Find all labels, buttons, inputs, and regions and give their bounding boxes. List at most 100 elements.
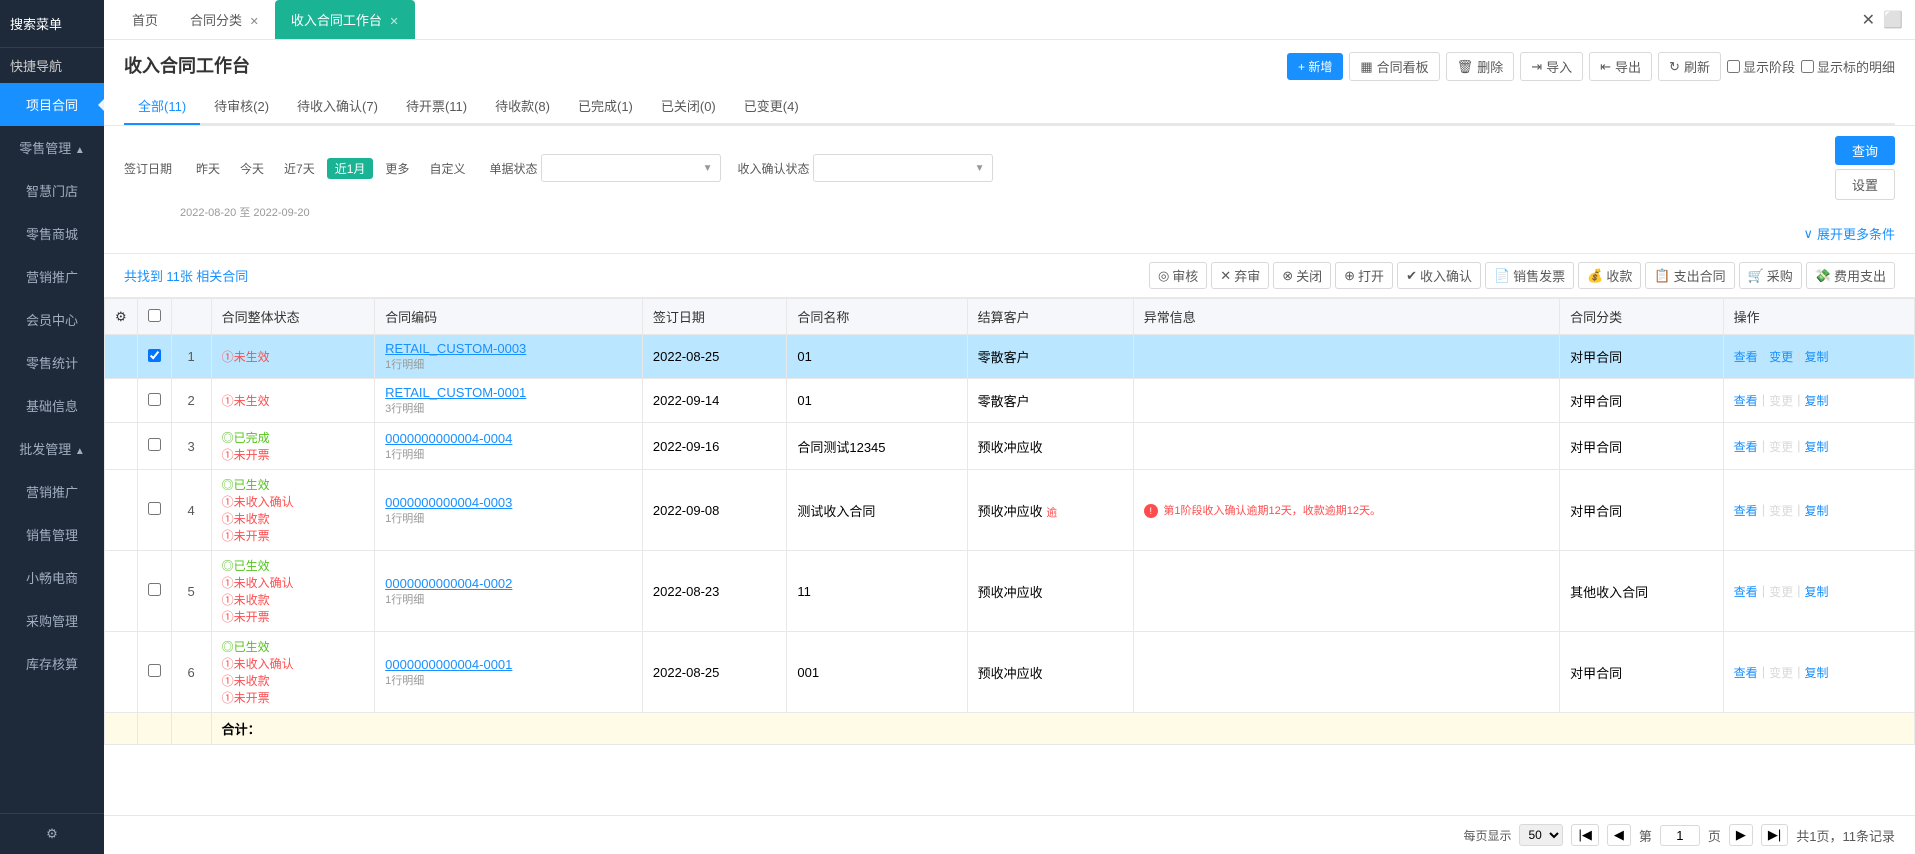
doc-status-select[interactable]: ▼ [541, 154, 721, 182]
page-input[interactable] [1660, 825, 1700, 846]
date-7days[interactable]: 近7天 [276, 158, 323, 179]
change-link[interactable]: 变更 [1769, 438, 1793, 455]
view-link[interactable]: 查看 [1734, 392, 1758, 409]
purchase-button[interactable]: 🛒 采购 [1739, 262, 1802, 289]
change-link[interactable]: 变更 [1769, 664, 1793, 681]
copy-link[interactable]: 复制 [1804, 438, 1828, 455]
expense-contract-button[interactable]: 📋 支出合同 [1645, 262, 1734, 289]
select-all-checkbox[interactable] [148, 309, 161, 322]
per-page-select[interactable]: 50 [1519, 824, 1563, 846]
sidebar-item-sales-mgmt[interactable]: 销售管理 [0, 513, 104, 556]
import-button[interactable]: ⇥ 导入 [1520, 52, 1583, 81]
date-yesterday[interactable]: 昨天 [188, 158, 228, 179]
income-confirm-select[interactable]: ▼ [813, 154, 993, 182]
delete-button[interactable]: 🗑 删除 [1446, 52, 1515, 81]
contract-code-link[interactable]: RETAIL_CUSTOM-0003 [385, 341, 632, 356]
contract-code-link[interactable]: 0000000000004-0004 [385, 431, 632, 446]
sidebar-item-retail-stats[interactable]: 零售统计 [0, 341, 104, 384]
close-button[interactable]: ⊗ 关闭 [1273, 262, 1331, 289]
view-link[interactable]: 查看 [1734, 348, 1758, 365]
close-icon[interactable]: ✕ [390, 16, 399, 28]
sub-tab-closed[interactable]: 已关闭(0) [647, 88, 730, 123]
next-page-button[interactable]: ▶ [1729, 824, 1753, 846]
contract-code-link[interactable]: 0000000000004-0002 [385, 576, 632, 591]
row-checkbox[interactable] [148, 349, 161, 362]
prev-page-button[interactable]: ◀ [1607, 824, 1631, 846]
sidebar-search[interactable]: 搜索菜单 [0, 0, 104, 48]
expand-filter-button[interactable]: ∨ 展开更多条件 [1803, 224, 1895, 243]
new-button[interactable]: + 新增 [1287, 53, 1343, 80]
kanban-button[interactable]: ▦ 合同看板 [1349, 52, 1439, 81]
refresh-button[interactable]: ↻ 刷新 [1658, 52, 1721, 81]
sidebar-item-smart-store[interactable]: 智慧门店 [0, 169, 104, 212]
abandon-review-button[interactable]: ✕ 弃审 [1211, 262, 1269, 289]
sidebar-item-ecommerce[interactable]: 小畅电商 [0, 556, 104, 599]
sidebar-item-marketing[interactable]: 营销推广 [0, 255, 104, 298]
sidebar-item-retail-mgmt[interactable]: 零售管理 ▲ [0, 126, 104, 169]
contract-code-link[interactable]: 0000000000004-0003 [385, 495, 632, 510]
change-link[interactable]: 变更 [1769, 583, 1793, 600]
sub-tab-pending-invoice[interactable]: 待开票(11) [392, 88, 481, 123]
col-settings[interactable]: ⚙ [105, 299, 138, 335]
sub-tab-pending-review[interactable]: 待审核(2) [200, 88, 283, 123]
view-link[interactable]: 查看 [1734, 664, 1758, 681]
copy-link[interactable]: 复制 [1804, 392, 1828, 409]
tab-contract-category[interactable]: 合同分类 ✕ [174, 0, 275, 39]
copy-link[interactable]: 复制 [1804, 583, 1828, 600]
payment-button[interactable]: 💰 收款 [1578, 262, 1641, 289]
date-custom[interactable]: 自定义 [421, 158, 473, 179]
row-checkbox[interactable] [148, 664, 161, 677]
sub-tab-completed[interactable]: 已完成(1) [564, 88, 647, 123]
date-more[interactable]: 更多 [377, 158, 417, 179]
show-fields-checkbox[interactable]: 显示阶段 [1727, 57, 1795, 76]
tab-income-contract[interactable]: 收入合同工作台 ✕ [275, 0, 415, 39]
setting-button[interactable]: 设置 [1835, 169, 1895, 200]
change-link[interactable]: 变更 [1769, 502, 1793, 519]
show-detail-checkbox[interactable]: 显示标的明细 [1801, 57, 1895, 76]
sales-invoice-button[interactable]: 📄 销售发票 [1485, 262, 1574, 289]
sidebar-quick-nav[interactable]: 快捷导航 [0, 48, 104, 83]
sidebar-item-member[interactable]: 会员中心 [0, 298, 104, 341]
income-confirm-button[interactable]: ✔ 收入确认 [1397, 262, 1481, 289]
open-button[interactable]: ⊕ 打开 [1335, 262, 1393, 289]
sidebar-item-wholesale[interactable]: 批发管理 ▲ [0, 427, 104, 470]
sidebar-settings[interactable]: ⚙ [0, 813, 104, 854]
sub-tab-changed[interactable]: 已变更(4) [730, 88, 813, 123]
view-link[interactable]: 查看 [1734, 583, 1758, 600]
date-1month[interactable]: 近1月 [327, 158, 374, 179]
last-page-button[interactable]: ▶| [1761, 824, 1788, 846]
row-checkbox[interactable] [148, 438, 161, 451]
review-button[interactable]: ◎ 审核 [1149, 262, 1207, 289]
contract-code-link[interactable]: 0000000000004-0001 [385, 657, 632, 672]
query-button[interactable]: 查询 [1835, 136, 1895, 165]
sidebar-item-purchase[interactable]: 采购管理 [0, 599, 104, 642]
sub-tab-pending-confirm[interactable]: 待收入确认(7) [283, 88, 392, 123]
copy-link[interactable]: 复制 [1804, 348, 1828, 365]
first-page-button[interactable]: |◀ [1571, 824, 1598, 846]
window-restore-icon[interactable]: ⬜ [1883, 10, 1903, 30]
row-checkbox[interactable] [148, 393, 161, 406]
sidebar-item-marketing2[interactable]: 营销推广 [0, 470, 104, 513]
export-button[interactable]: ⇤ 导出 [1589, 52, 1652, 81]
date-today[interactable]: 今天 [232, 158, 272, 179]
tab-home[interactable]: 首页 [116, 0, 174, 39]
view-link[interactable]: 查看 [1734, 502, 1758, 519]
view-link[interactable]: 查看 [1734, 438, 1758, 455]
window-close-icon[interactable]: ✕ [1862, 10, 1875, 30]
sidebar-item-project-contract[interactable]: 项目合同 [0, 83, 104, 126]
copy-link[interactable]: 复制 [1804, 664, 1828, 681]
change-link[interactable]: 变更 [1769, 348, 1793, 365]
expense-out-button[interactable]: 💸 费用支出 [1806, 262, 1895, 289]
close-icon[interactable]: ✕ [250, 16, 259, 28]
row-checkbox[interactable] [148, 502, 161, 515]
sidebar-item-base-info[interactable]: 基础信息 [0, 384, 104, 427]
sub-tab-pending-payment[interactable]: 待收款(8) [481, 88, 564, 123]
sidebar-item-retail-mall[interactable]: 零售商城 [0, 212, 104, 255]
contract-code-link[interactable]: RETAIL_CUSTOM-0001 [385, 385, 632, 400]
copy-link[interactable]: 复制 [1804, 502, 1828, 519]
sidebar-item-inventory[interactable]: 库存核算 [0, 642, 104, 685]
row-category: 其他收入合同 [1560, 551, 1724, 632]
change-link[interactable]: 变更 [1769, 392, 1793, 409]
sub-tab-all[interactable]: 全部(11) [124, 88, 200, 123]
row-checkbox[interactable] [148, 583, 161, 596]
